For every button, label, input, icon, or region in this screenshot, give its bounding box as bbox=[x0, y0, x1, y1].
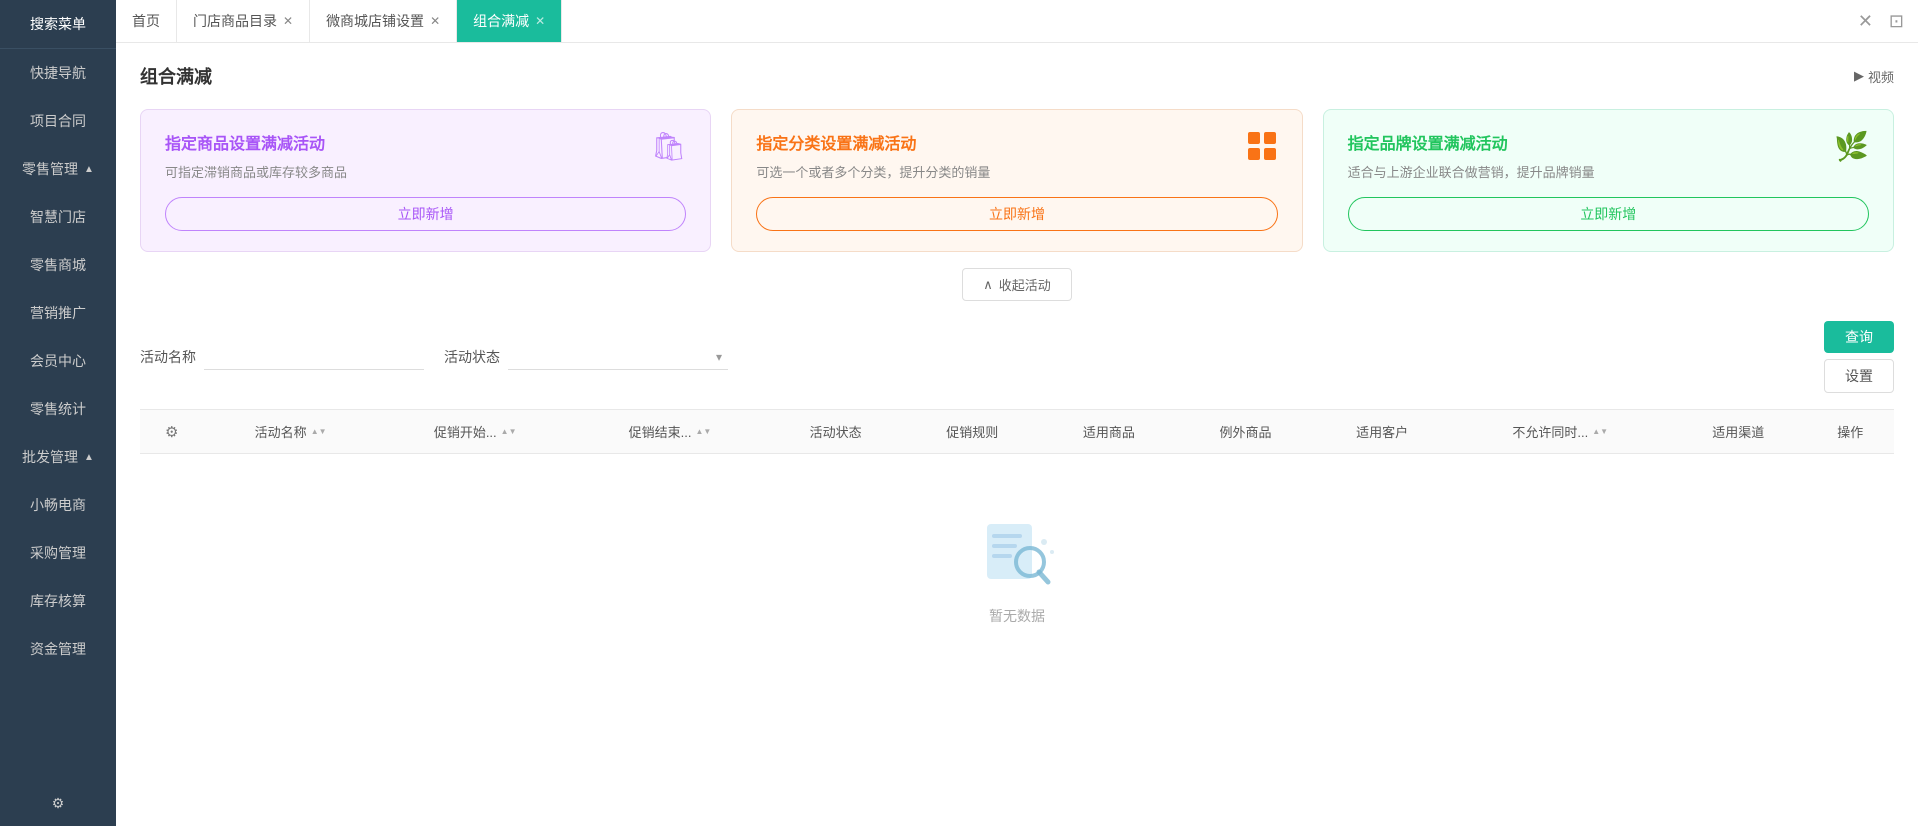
sort-icon-no-concurrent[interactable]: ▲▼ bbox=[1592, 427, 1608, 436]
table-wrap: ⚙ 活动名称 ▲▼ 促销开始... ▲▼ bbox=[140, 409, 1894, 666]
th-applicable-customer: 适用客户 bbox=[1314, 410, 1451, 454]
brand-card-desc: 适合与上游企业联合做营销，提升品牌销量 bbox=[1348, 162, 1869, 181]
tab-store-catalog[interactable]: 门店商品目录 ✕ bbox=[177, 0, 310, 42]
product-card-desc: 可指定滞销商品或库存较多商品 bbox=[165, 162, 686, 181]
filter-status-select-wrap: ▾ bbox=[508, 345, 728, 370]
sidebar: 搜索菜单 快捷导航 项目合同 零售管理 ▲ 智慧门店 零售商城 营销推广 会员中… bbox=[0, 0, 116, 826]
tab-close-combo-discount[interactable]: ✕ bbox=[535, 14, 545, 28]
page-content: 组合满减 ▶ 视频 指定商品设置满减活动 可指定滞销商品或库存较多商品 🛍 立即… bbox=[116, 43, 1918, 826]
th-activity-name: 活动名称 ▲▼ bbox=[203, 410, 377, 454]
sidebar-item-fund-mgmt[interactable]: 资金管理 bbox=[0, 625, 116, 673]
sidebar-item-xiaochang-ecom[interactable]: 小畅电商 bbox=[0, 481, 116, 529]
th-settings[interactable]: ⚙ bbox=[140, 410, 203, 454]
sidebar-item-retail-mgmt[interactable]: 零售管理 ▲ bbox=[0, 145, 116, 193]
query-button[interactable]: 查询 bbox=[1824, 321, 1894, 353]
brand-card-title: 指定品牌设置满减活动 bbox=[1348, 130, 1869, 154]
th-applicable-goods: 适用商品 bbox=[1041, 410, 1178, 454]
category-card-icon bbox=[1246, 130, 1278, 169]
sidebar-search-menu[interactable]: 搜索菜单 bbox=[0, 0, 116, 49]
page-header: 组合满减 ▶ 视频 bbox=[140, 63, 1894, 89]
brand-card-add-btn[interactable]: 立即新增 bbox=[1348, 197, 1869, 231]
filter-status-select[interactable] bbox=[508, 345, 728, 370]
sidebar-item-member-center[interactable]: 会员中心 bbox=[0, 337, 116, 385]
tab-close-store-catalog[interactable]: ✕ bbox=[283, 14, 293, 28]
th-no-concurrent: 不允许同时... ▲▼ bbox=[1451, 410, 1670, 454]
sidebar-item-project-contract[interactable]: 项目合同 bbox=[0, 97, 116, 145]
brand-card: 指定品牌设置满减活动 适合与上游企业联合做营销，提升品牌销量 🌿 立即新增 bbox=[1323, 109, 1894, 252]
th-applicable-channel: 适用渠道 bbox=[1670, 410, 1807, 454]
th-activity-status: 活动状态 bbox=[767, 410, 904, 454]
sidebar-item-quick-nav[interactable]: 快捷导航 bbox=[0, 49, 116, 97]
category-card-title: 指定分类设置满减活动 bbox=[756, 130, 1277, 154]
filter-name-input[interactable] bbox=[204, 345, 424, 370]
product-card-add-btn[interactable]: 立即新增 bbox=[165, 197, 686, 231]
retail-mgmt-arrow: ▲ bbox=[84, 164, 94, 175]
window-close-btn[interactable]: ✕ bbox=[1854, 7, 1877, 36]
sort-icon-promo-end[interactable]: ▲▼ bbox=[695, 427, 711, 436]
th-operation: 操作 bbox=[1807, 410, 1894, 454]
sidebar-item-purchase-mgmt[interactable]: 采购管理 bbox=[0, 529, 116, 577]
sort-icon-promo-start[interactable]: ▲▼ bbox=[501, 427, 517, 436]
th-promo-end: 促销结束... ▲▼ bbox=[573, 410, 768, 454]
chevron-up-icon: ∧ bbox=[983, 277, 993, 293]
sidebar-item-retail-stats[interactable]: 零售统计 bbox=[0, 385, 116, 433]
sidebar-item-inventory-check[interactable]: 库存核算 bbox=[0, 577, 116, 625]
category-card: 指定分类设置满减活动 可选一个或者多个分类，提升分类的销量 立即新增 bbox=[731, 109, 1302, 252]
tab-bar: 首页 门店商品目录 ✕ 微商城店铺设置 ✕ 组合满减 ✕ ✕ ⊡ bbox=[116, 0, 1918, 43]
video-link[interactable]: ▶ 视频 bbox=[1854, 67, 1894, 86]
sidebar-item-wholesale-mgmt[interactable]: 批发管理 ▲ bbox=[0, 433, 116, 481]
tab-home[interactable]: 首页 bbox=[116, 0, 177, 42]
empty-illustration bbox=[972, 514, 1062, 594]
collapse-bar: ∧ 收起活动 bbox=[140, 268, 1894, 301]
empty-state: 暂无数据 bbox=[140, 454, 1894, 666]
filter-status-label: 活动状态 bbox=[444, 347, 500, 367]
empty-text: 暂无数据 bbox=[160, 606, 1874, 626]
product-card-title: 指定商品设置满减活动 bbox=[165, 130, 686, 154]
brand-card-icon: 🌿 bbox=[1834, 130, 1869, 163]
wholesale-mgmt-arrow: ▲ bbox=[84, 452, 94, 463]
sort-icon-activity-name[interactable]: ▲▼ bbox=[311, 427, 327, 436]
category-card-add-btn[interactable]: 立即新增 bbox=[756, 197, 1277, 231]
product-card-icon: 🛍 bbox=[651, 130, 687, 163]
sidebar-item-marketing[interactable]: 营销推广 bbox=[0, 289, 116, 337]
tab-close-wechat-store[interactable]: ✕ bbox=[430, 14, 440, 28]
tab-wechat-store-settings[interactable]: 微商城店铺设置 ✕ bbox=[310, 0, 457, 42]
cards-row: 指定商品设置满减活动 可指定滞销商品或库存较多商品 🛍 立即新增 指定分类设置满… bbox=[140, 109, 1894, 252]
product-card: 指定商品设置满减活动 可指定滞销商品或库存较多商品 🛍 立即新增 bbox=[140, 109, 711, 252]
activity-table: ⚙ 活动名称 ▲▼ 促销开始... ▲▼ bbox=[140, 409, 1894, 666]
sidebar-settings-icon[interactable]: ⚙ bbox=[0, 781, 116, 826]
setting-button[interactable]: 设置 bbox=[1824, 359, 1894, 393]
sidebar-item-retail-mall[interactable]: 零售商城 bbox=[0, 241, 116, 289]
collapse-activity-btn[interactable]: ∧ 收起活动 bbox=[962, 268, 1072, 301]
category-card-desc: 可选一个或者多个分类，提升分类的销量 bbox=[756, 162, 1277, 181]
tab-combo-discount[interactable]: 组合满减 ✕ bbox=[457, 0, 562, 42]
th-excluded-goods: 例外商品 bbox=[1177, 410, 1314, 454]
th-promo-start: 促销开始... ▲▼ bbox=[378, 410, 573, 454]
filter-name: 活动名称 bbox=[140, 345, 424, 370]
gear-icon[interactable]: ⚙ bbox=[165, 424, 178, 441]
main-area: 首页 门店商品目录 ✕ 微商城店铺设置 ✕ 组合满减 ✕ ✕ ⊡ 组合满减 ▶ … bbox=[116, 0, 1918, 826]
page-title: 组合满减 bbox=[140, 63, 212, 89]
tab-bar-controls: ✕ ⊡ bbox=[1854, 7, 1918, 36]
filter-status: 活动状态 ▾ bbox=[444, 345, 728, 370]
filter-actions: 查询 设置 bbox=[1824, 321, 1894, 393]
window-resize-btn[interactable]: ⊡ bbox=[1885, 7, 1908, 36]
th-promo-rule: 促销规则 bbox=[904, 410, 1041, 454]
sidebar-item-smart-store[interactable]: 智慧门店 bbox=[0, 193, 116, 241]
filter-name-label: 活动名称 bbox=[140, 347, 196, 367]
play-circle-icon: ▶ bbox=[1854, 68, 1864, 84]
filter-row: 活动名称 活动状态 ▾ 查询 设置 bbox=[140, 321, 1894, 393]
